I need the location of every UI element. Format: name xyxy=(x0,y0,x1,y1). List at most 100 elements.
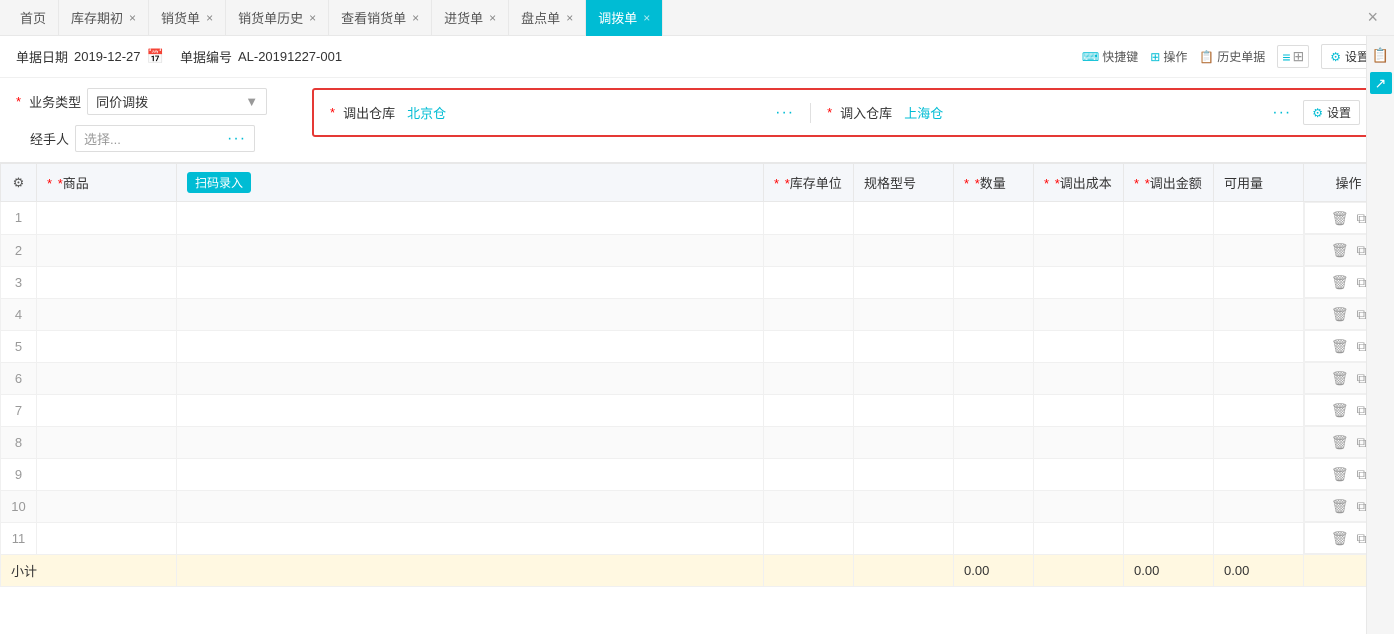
tab-transfer[interactable]: 调拨单 × xyxy=(586,0,663,36)
row-amount-4[interactable] xyxy=(1124,298,1214,330)
row-unit-2[interactable] xyxy=(764,234,854,266)
tab-stocktake[interactable]: 盘点单 × xyxy=(509,0,586,36)
row-cost-11[interactable] xyxy=(1034,522,1124,555)
tab-close-sales-history[interactable]: × xyxy=(309,11,316,25)
delete-icon-11[interactable]: 🗑 xyxy=(1331,530,1349,547)
row-cost-1[interactable] xyxy=(1034,202,1124,235)
transfer-in-more-icon[interactable]: ··· xyxy=(1272,104,1291,122)
row-spec-10[interactable] xyxy=(854,490,954,522)
tab-close-view-sales[interactable]: × xyxy=(412,11,419,25)
row-amount-2[interactable] xyxy=(1124,234,1214,266)
row-cost-4[interactable] xyxy=(1034,298,1124,330)
row-cost-2[interactable] xyxy=(1034,234,1124,266)
row-spec-3[interactable] xyxy=(854,266,954,298)
business-type-input[interactable]: 同价调拨 ▼ xyxy=(87,88,267,115)
delete-icon-9[interactable]: 🗑 xyxy=(1331,466,1349,483)
tab-inventory-init[interactable]: 库存期初 × xyxy=(59,0,149,36)
row-spec-11[interactable] xyxy=(854,522,954,555)
history-button[interactable]: 📋 历史单据 xyxy=(1199,48,1265,65)
handler-input[interactable]: 选择... ··· xyxy=(75,125,255,152)
row-qty-6[interactable] xyxy=(954,362,1034,394)
row-qty-1[interactable] xyxy=(954,202,1034,235)
row-spec-2[interactable] xyxy=(854,234,954,266)
row-product-1[interactable] xyxy=(37,202,177,235)
delete-icon-4[interactable]: 🗑 xyxy=(1331,306,1349,323)
row-spec-6[interactable] xyxy=(854,362,954,394)
row-product-6[interactable] xyxy=(37,362,177,394)
barcode-button[interactable]: 扫码录入 xyxy=(187,172,251,193)
row-qty-7[interactable] xyxy=(954,394,1034,426)
row-product-4[interactable] xyxy=(37,298,177,330)
row-amount-8[interactable] xyxy=(1124,426,1214,458)
row-amount-7[interactable] xyxy=(1124,394,1214,426)
row-product-5[interactable] xyxy=(37,330,177,362)
layout-toggle[interactable]: ≡ ⊞ xyxy=(1277,45,1309,68)
transfer-in-value[interactable]: 上海仓 xyxy=(904,103,943,122)
handler-more-icon[interactable]: ··· xyxy=(227,130,246,148)
row-product-8[interactable] xyxy=(37,426,177,458)
transfer-out-more-icon[interactable]: ··· xyxy=(775,104,794,122)
tab-purchase[interactable]: 进货单 × xyxy=(432,0,509,36)
row-product-2[interactable] xyxy=(37,234,177,266)
sidebar-doc-icon[interactable]: 📋 xyxy=(1370,44,1392,66)
row-amount-6[interactable] xyxy=(1124,362,1214,394)
row-qty-4[interactable] xyxy=(954,298,1034,330)
row-product-10[interactable] xyxy=(37,490,177,522)
row-product-3[interactable] xyxy=(37,266,177,298)
row-product-7[interactable] xyxy=(37,394,177,426)
row-unit-6[interactable] xyxy=(764,362,854,394)
row-qty-3[interactable] xyxy=(954,266,1034,298)
row-unit-5[interactable] xyxy=(764,330,854,362)
row-qty-5[interactable] xyxy=(954,330,1034,362)
delete-icon-6[interactable]: 🗑 xyxy=(1331,370,1349,387)
tab-close-sales-order[interactable]: × xyxy=(206,11,213,25)
row-cost-9[interactable] xyxy=(1034,458,1124,490)
delete-icon-7[interactable]: 🗑 xyxy=(1331,402,1349,419)
row-unit-1[interactable] xyxy=(764,202,854,235)
warehouse-settings-button[interactable]: ⚙ 设置 xyxy=(1303,100,1360,125)
row-unit-11[interactable] xyxy=(764,522,854,555)
row-product-11[interactable] xyxy=(37,522,177,555)
row-unit-8[interactable] xyxy=(764,426,854,458)
row-spec-4[interactable] xyxy=(854,298,954,330)
row-cost-10[interactable] xyxy=(1034,490,1124,522)
tab-home[interactable]: 首页 xyxy=(8,0,59,36)
row-unit-7[interactable] xyxy=(764,394,854,426)
row-spec-8[interactable] xyxy=(854,426,954,458)
tab-sales-order[interactable]: 销货单 × xyxy=(149,0,226,36)
tab-close-stocktake[interactable]: × xyxy=(566,11,573,25)
sidebar-export-icon[interactable]: ↗ xyxy=(1370,72,1392,94)
row-amount-10[interactable] xyxy=(1124,490,1214,522)
row-spec-5[interactable] xyxy=(854,330,954,362)
row-unit-3[interactable] xyxy=(764,266,854,298)
row-cost-6[interactable] xyxy=(1034,362,1124,394)
row-amount-11[interactable] xyxy=(1124,522,1214,555)
tab-bar-close-button[interactable]: × xyxy=(1359,7,1386,28)
delete-icon-8[interactable]: 🗑 xyxy=(1331,434,1349,451)
row-spec-1[interactable] xyxy=(854,202,954,235)
row-qty-9[interactable] xyxy=(954,458,1034,490)
tab-close-transfer[interactable]: × xyxy=(643,11,650,25)
row-unit-10[interactable] xyxy=(764,490,854,522)
row-cost-7[interactable] xyxy=(1034,394,1124,426)
row-product-9[interactable] xyxy=(37,458,177,490)
row-cost-8[interactable] xyxy=(1034,426,1124,458)
tab-view-sales[interactable]: 查看销货单 × xyxy=(329,0,432,36)
row-qty-8[interactable] xyxy=(954,426,1034,458)
row-unit-4[interactable] xyxy=(764,298,854,330)
tab-sales-history[interactable]: 销货单历史 × xyxy=(226,0,329,36)
tab-close-purchase[interactable]: × xyxy=(489,11,496,25)
delete-icon-5[interactable]: 🗑 xyxy=(1331,338,1349,355)
settings-icon[interactable]: ⚙ xyxy=(13,175,25,190)
tab-close-inventory-init[interactable]: × xyxy=(129,11,136,25)
delete-icon-3[interactable]: 🗑 xyxy=(1331,274,1349,291)
row-spec-7[interactable] xyxy=(854,394,954,426)
ops-button[interactable]: ⊞ 操作 xyxy=(1150,48,1187,65)
row-amount-1[interactable] xyxy=(1124,202,1214,235)
row-cost-3[interactable] xyxy=(1034,266,1124,298)
row-unit-9[interactable] xyxy=(764,458,854,490)
delete-icon-1[interactable]: 🗑 xyxy=(1331,210,1349,227)
row-qty-2[interactable] xyxy=(954,234,1034,266)
header-gear[interactable]: ⚙ xyxy=(1,164,37,202)
calendar-icon[interactable]: 📅 xyxy=(147,48,164,65)
